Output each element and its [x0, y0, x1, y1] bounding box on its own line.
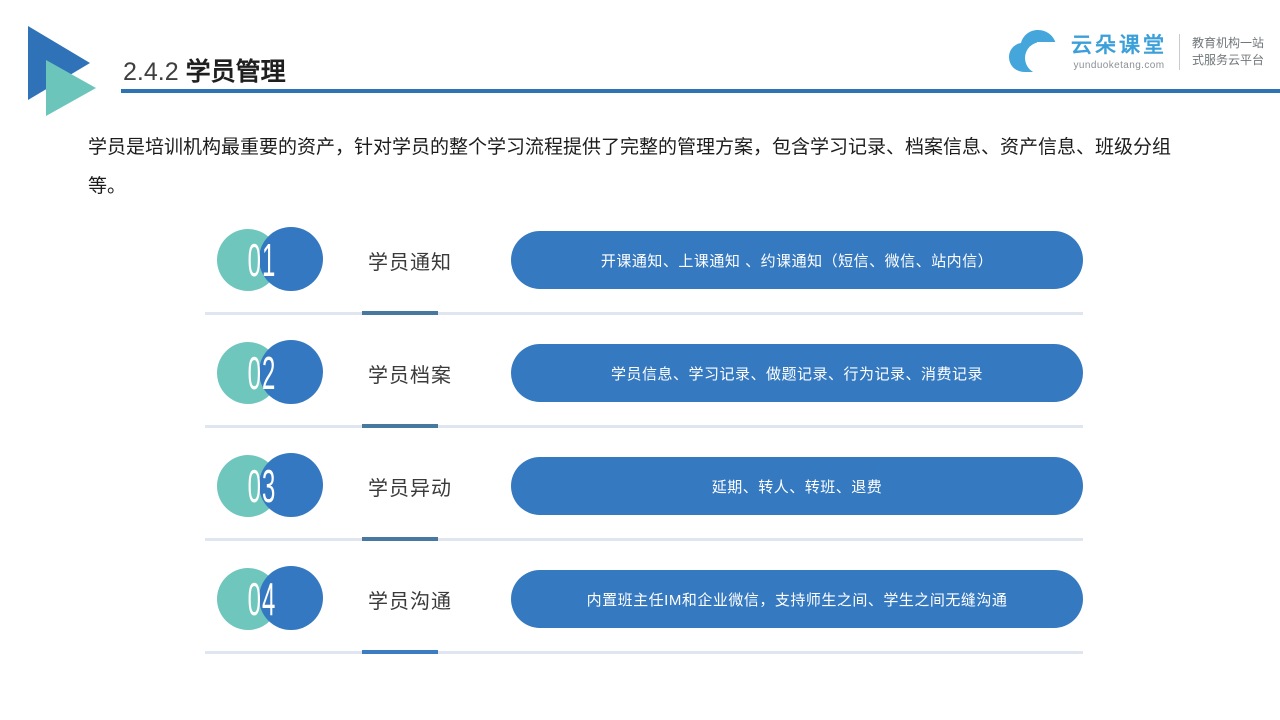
row-divider — [205, 312, 1083, 315]
row-label: 学员档案 — [362, 359, 458, 388]
badge-number: 02 — [244, 338, 280, 408]
page-title: 2.4.2学员管理 — [123, 52, 286, 88]
brand-name: 云朵课堂 — [1071, 34, 1167, 58]
brand-tagline: 教育机构一站 式服务云平台 — [1192, 35, 1264, 69]
row-divider — [205, 651, 1083, 654]
divider-accent — [362, 424, 438, 428]
divider-accent — [362, 311, 438, 315]
brand-domain: yunduoketang.com — [1074, 60, 1165, 71]
list-item: 01 学员通知 开课通知、上课通知 、约课通知（短信、微信、站内信） — [205, 214, 1083, 327]
number-badge: 01 — [217, 225, 323, 295]
description-pill: 内置班主任IM和企业微信，支持师生之间、学生之间无缝沟通 — [511, 570, 1083, 628]
description-pill: 开课通知、上课通知 、约课通知（短信、微信、站内信） — [511, 231, 1083, 289]
slide-page: 2.4.2学员管理 云朵课堂 yunduoketang.com 教育机构一站 式… — [0, 0, 1280, 720]
title-underline — [121, 89, 1280, 93]
description-pill: 延期、转人、转班、退费 — [511, 457, 1083, 515]
intro-paragraph: 学员是培训机构最重要的资产，针对学员的整个学习流程提供了完整的管理方案，包含学习… — [88, 128, 1208, 206]
number-badge: 02 — [217, 338, 323, 408]
brand-tagline-line2: 式服务云平台 — [1192, 52, 1264, 69]
triangles-logo-icon — [18, 16, 108, 118]
divider-accent — [362, 650, 438, 654]
cloud-icon — [1007, 28, 1067, 76]
feature-list: 01 学员通知 开课通知、上课通知 、约课通知（短信、微信、站内信） 02 学员… — [205, 214, 1083, 666]
brand-logo: 云朵课堂 yunduoketang.com 教育机构一站 式服务云平台 — [1007, 28, 1264, 76]
badge-number: 04 — [244, 564, 280, 634]
number-badge: 03 — [217, 451, 323, 521]
row-label: 学员通知 — [362, 246, 458, 275]
badge-number: 01 — [244, 225, 280, 295]
number-badge: 04 — [217, 564, 323, 634]
title-text: 学员管理 — [186, 58, 286, 86]
divider-accent — [362, 537, 438, 541]
brand-text: 云朵课堂 yunduoketang.com — [1071, 34, 1167, 71]
row-divider — [205, 425, 1083, 428]
brand-divider — [1179, 34, 1180, 70]
badge-number: 03 — [244, 451, 280, 521]
list-item: 03 学员异动 延期、转人、转班、退费 — [205, 440, 1083, 553]
row-label: 学员沟通 — [362, 585, 458, 614]
list-item: 02 学员档案 学员信息、学习记录、做题记录、行为记录、消费记录 — [205, 327, 1083, 440]
brand-tagline-line1: 教育机构一站 — [1192, 35, 1264, 52]
row-label: 学员异动 — [362, 472, 458, 501]
list-item: 04 学员沟通 内置班主任IM和企业微信，支持师生之间、学生之间无缝沟通 — [205, 553, 1083, 666]
row-divider — [205, 538, 1083, 541]
section-number: 2.4.2 — [123, 58, 179, 86]
description-pill: 学员信息、学习记录、做题记录、行为记录、消费记录 — [511, 344, 1083, 402]
